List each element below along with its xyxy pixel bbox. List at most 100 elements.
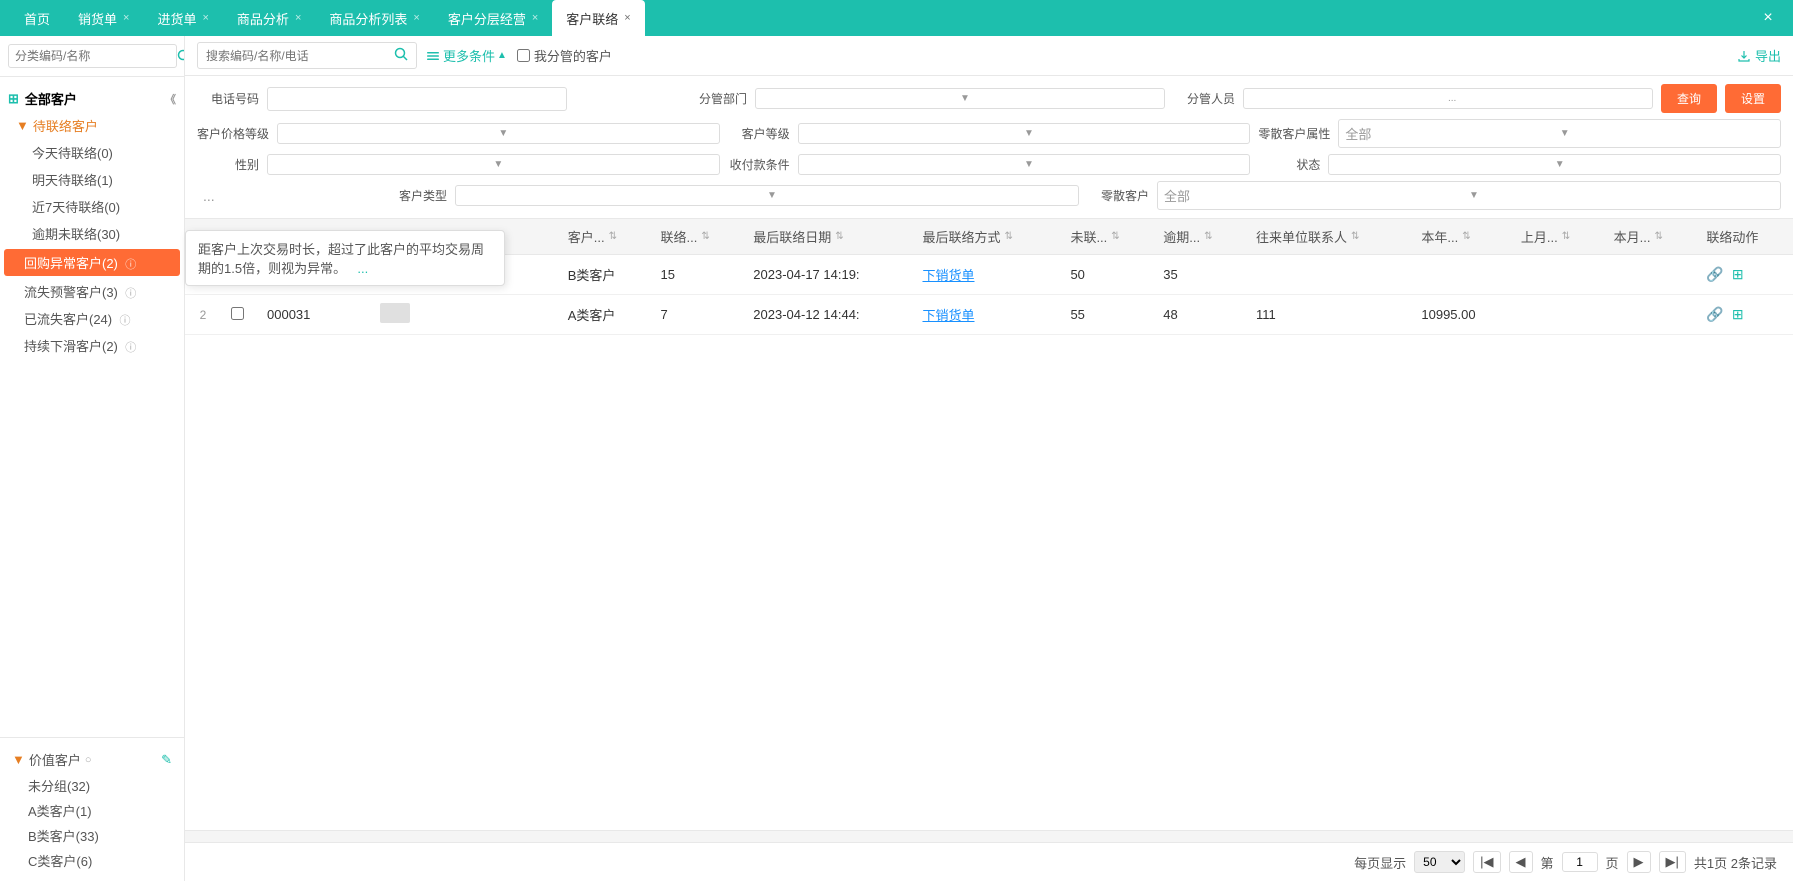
sidebar-today[interactable]: 今天待联络(0) [8,139,184,166]
retail-select[interactable]: 全部 ▼ [1157,181,1781,210]
sort-type-icon: ⇅ [609,231,617,242]
query-button[interactable]: 查询 [1661,84,1717,113]
sidebar-week[interactable]: 近7天待联络(0) [8,193,184,220]
sidebar-declining[interactable]: 持续下滑客户(2) ⓘ [0,332,184,359]
tree-all-customers[interactable]: ⊞ 全部客户 《 [0,85,184,112]
sidebar-search-icon[interactable] [177,44,185,68]
main-search-input[interactable] [206,49,390,63]
close-sales-icon[interactable]: × [123,12,129,24]
payment-select[interactable]: ▼ [798,154,1251,175]
nav-product-analysis[interactable]: 商品分析 × [223,0,315,36]
col-header-contact-count[interactable]: 联络... ⇅ [651,219,744,255]
col-header-uncontacted[interactable]: 未联... ⇅ [1060,219,1153,255]
row2-checkbox-input[interactable] [231,307,244,320]
gender-select[interactable]: ▼ [267,154,720,175]
col-header-last-month[interactable]: 上月... ⇅ [1511,219,1604,255]
prev-page-button[interactable]: ◀ [1509,851,1533,873]
more-conditions-btn[interactable]: ... [197,188,221,204]
sidebar-repurchase-abnormal[interactable]: 回购异常客户(2) ⓘ [4,249,180,276]
row1-contact-count: 15 [651,255,744,295]
edit-icon[interactable]: ✎ [161,752,172,768]
export-button[interactable]: 导出 [1737,46,1781,65]
gender-arrow-icon: ▼ [493,159,712,170]
value-customer-header[interactable]: ▼ 价值客户 ○ ✎ [8,746,176,773]
row2-last-method[interactable]: 下销货单 [912,295,1060,335]
col-header-last-date[interactable]: 最后联络日期 ⇅ [743,219,912,255]
row1-grid-icon[interactable]: ⊞ [1732,266,1744,283]
sidebar-search-area [0,36,184,77]
row1-type: B类客户 [558,255,651,295]
row1-link-icon[interactable]: 🔗 [1706,266,1723,283]
sidebar-search-input[interactable] [8,44,177,68]
phone-input[interactable] [267,87,567,111]
col-header-this-year[interactable]: 本年... ⇅ [1411,219,1510,255]
row2-uncontacted: 55 [1060,295,1153,335]
more-filter-button[interactable]: 更多条件 ▲ [427,46,507,65]
page-number-input[interactable] [1562,852,1598,872]
row2-code[interactable]: 000031 [257,295,370,335]
filter-actions: 查询 设置 [1661,84,1781,113]
nav-purchase[interactable]: 进货单 × [143,0,222,36]
row2-name[interactable] [370,295,558,335]
col-header-this-month[interactable]: 本月... ⇅ [1604,219,1697,255]
row2-this-month [1604,295,1697,335]
manager-select[interactable]: ... [1243,88,1653,109]
row2-grid-icon[interactable]: ⊞ [1732,306,1744,323]
sidebar-tomorrow[interactable]: 明天待联络(1) [8,166,184,193]
horizontal-scrollbar[interactable] [185,830,1793,842]
window-close-button[interactable]: × [1753,3,1783,33]
nav-sales[interactable]: 销货单 × [64,0,143,36]
customer-level-arrow-icon: ▼ [1024,128,1243,139]
sort-last-date-icon: ⇅ [835,231,843,242]
sort-uncontacted-icon: ⇅ [1111,231,1119,242]
settings-button[interactable]: 设置 [1725,84,1781,113]
col-header-last-method[interactable]: 最后联络方式 ⇅ [912,219,1060,255]
close-purchase-icon[interactable]: × [202,12,208,24]
filter-gender: 性别 ▼ [197,154,720,175]
sidebar-churn-warning[interactable]: 流失预警客户(3) ⓘ [0,278,184,305]
nav-customer-tier[interactable]: 客户分层经营 × [434,0,552,36]
nav-home[interactable]: 首页 [10,0,64,36]
row2-link-icon[interactable]: 🔗 [1706,306,1723,323]
dept-select[interactable]: ▼ [755,88,1165,109]
close-product-analysis-list-icon[interactable]: × [413,12,419,24]
tooltip-more-link[interactable]: ... [357,261,368,276]
next-page-button[interactable]: ▶ [1627,851,1651,873]
pending-arrow-icon: ▼ [16,118,29,133]
sidebar-overdue[interactable]: 逾期未联络(30) [8,220,184,247]
collapse-icon[interactable]: 《 [165,91,176,107]
status-select[interactable]: ▼ [1328,154,1781,175]
row2-this-year: 10995.00 [1411,295,1510,335]
sidebar-type-c[interactable]: C类客户(6) [8,848,176,873]
close-product-analysis-icon[interactable]: × [295,12,301,24]
sidebar-ungrouped[interactable]: 未分组(32) [8,773,176,798]
customer-level-select[interactable]: ▼ [798,123,1251,144]
col-header-unit-contact[interactable]: 往来单位联系人 ⇅ [1246,219,1411,255]
nav-customer-contact[interactable]: 客户联络 × [552,0,644,36]
pending-contact-header[interactable]: ▼ 待联络客户 [8,112,184,139]
sidebar-type-b[interactable]: B类客户(33) [8,823,176,848]
first-page-button[interactable]: |◀ [1473,851,1500,873]
row1-last-method[interactable]: 下销货单 [912,255,1060,295]
col-header-type[interactable]: 客户... ⇅ [558,219,651,255]
last-page-button[interactable]: ▶| [1659,851,1686,873]
page-size-select[interactable]: 20 50 100 200 [1414,851,1465,873]
sidebar-churned[interactable]: 已流失客户(24) ⓘ [0,305,184,332]
nav-product-analysis-list[interactable]: 商品分析列表 × [315,0,433,36]
main-search-icon[interactable] [394,47,408,64]
filter-payment: 收付款条件 ▼ [728,154,1251,175]
filter-retail: 零散客户 全部 ▼ [1087,181,1781,210]
close-customer-tier-icon[interactable]: × [532,12,538,24]
close-customer-contact-icon[interactable]: × [624,12,630,24]
my-customers-checkbox[interactable] [517,49,530,62]
my-customers-filter[interactable]: 我分管的客户 [517,46,612,65]
customer-type-select[interactable]: ▼ [455,185,1079,206]
row2-checkbox[interactable] [221,295,257,335]
retail-attr-select[interactable]: 全部 ▼ [1338,119,1781,148]
row2-type: A类客户 [558,295,651,335]
filter-row-3: 性别 ▼ 收付款条件 ▼ 状态 [197,154,1781,175]
col-header-overdue[interactable]: 逾期... ⇅ [1153,219,1246,255]
sidebar-type-a[interactable]: A类客户(1) [8,798,176,823]
right-content: 更多条件 ▲ 我分管的客户 导出 电话号码 [185,36,1793,881]
price-level-select[interactable]: ▼ [277,123,720,144]
